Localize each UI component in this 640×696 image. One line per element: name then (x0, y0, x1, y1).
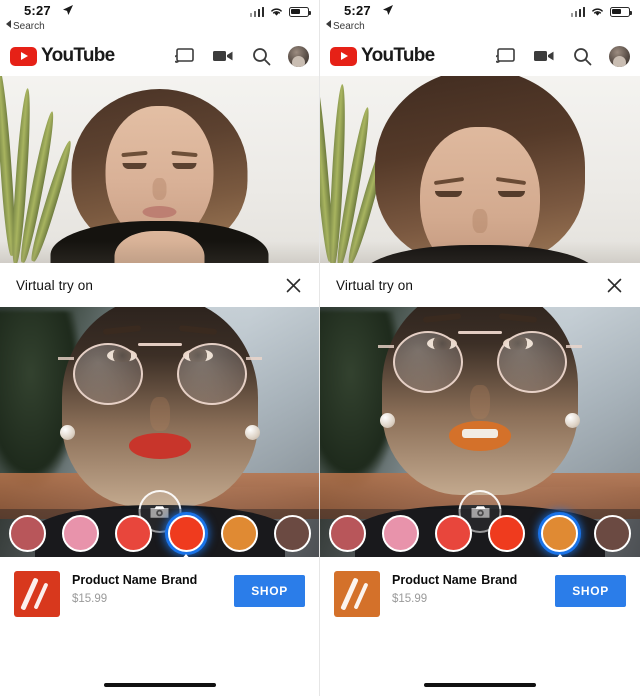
back-triangle-icon (326, 20, 331, 28)
product-name: Product Name (72, 573, 157, 587)
wifi-icon (592, 8, 603, 16)
account-avatar[interactable] (288, 45, 309, 67)
home-indicator (103, 682, 216, 687)
wifi-icon (271, 8, 282, 16)
swatch-item[interactable] (590, 509, 636, 557)
battery-icon (610, 6, 632, 17)
eyeglasses (57, 335, 262, 409)
shop-button[interactable]: SHOP (555, 575, 626, 607)
swatch-item-selected[interactable] (537, 509, 583, 557)
swatch-item[interactable] (110, 509, 156, 557)
product-brand: Brand (161, 573, 198, 587)
back-triangle-icon (6, 20, 11, 28)
video-camera-icon[interactable] (212, 45, 234, 67)
header-actions (495, 45, 630, 67)
location-arrow-icon (383, 5, 393, 15)
pearl-earring-left (380, 413, 395, 428)
youtube-play-icon (10, 46, 37, 66)
swatch-item[interactable] (324, 509, 370, 557)
product-thumbnail (334, 571, 380, 617)
cellular-signal-icon (249, 6, 264, 17)
back-to-search-link[interactable]: Search (326, 20, 365, 32)
virtual-tryon-title: Virtual try on (336, 277, 413, 293)
product-info: Product Name Brand $15.99 (392, 571, 555, 607)
video-player-right[interactable] (320, 76, 640, 263)
status-bar-time: 5:27 (344, 3, 371, 18)
product-price: $15.99 (72, 593, 108, 605)
ar-camera-view-right[interactable] (320, 307, 640, 557)
cast-icon[interactable] (174, 45, 196, 67)
back-to-search-link[interactable]: Search (6, 20, 45, 32)
swatch-item[interactable] (216, 509, 262, 557)
swatch-item[interactable] (430, 509, 476, 557)
swatch-item-selected[interactable] (163, 509, 209, 557)
back-label: Search (13, 21, 45, 32)
swatch-item[interactable] (484, 509, 530, 557)
product-card-left: Product Name Brand $15.99 SHOP (0, 557, 319, 642)
status-bar: 5:27 Search (320, 0, 640, 36)
virtual-tryon-bar: Virtual try on (320, 263, 640, 307)
close-icon[interactable] (283, 275, 303, 295)
product-name: Product Name (392, 573, 477, 587)
creator-figure (355, 76, 605, 263)
swatch-item[interactable] (57, 509, 103, 557)
ar-lip-color-overlay (128, 433, 191, 459)
pearl-earring-right (244, 425, 260, 440)
product-thumbnail (14, 571, 60, 617)
product-card-right: Product Name Brand $15.99 SHOP (320, 557, 640, 642)
phone-screen-left: 5:27 Search YouTube Virtual try on Produ… (0, 0, 320, 696)
swatch-item[interactable] (377, 509, 423, 557)
video-player-left[interactable] (0, 76, 319, 263)
color-swatch-carousel-right[interactable] (320, 509, 640, 557)
youtube-wordmark: YouTube (41, 45, 115, 66)
youtube-wordmark: YouTube (361, 45, 435, 66)
search-icon[interactable] (571, 45, 593, 67)
creator-figure (50, 89, 269, 263)
status-bar-indicators (249, 6, 311, 17)
status-bar-time: 5:27 (24, 3, 51, 18)
youtube-header: YouTube (0, 36, 319, 76)
home-indicator (424, 682, 536, 687)
swatch-item[interactable] (269, 509, 315, 557)
virtual-tryon-title: Virtual try on (16, 277, 93, 293)
battery-icon (289, 6, 311, 17)
ar-camera-view-left[interactable] (0, 307, 319, 557)
phone-screen-right: 5:27 Search YouTube Virtual try on Produ… (320, 0, 640, 696)
shop-button[interactable]: SHOP (234, 575, 305, 607)
status-bar: 5:27 Search (0, 0, 319, 36)
status-bar-indicators (570, 6, 632, 17)
cast-icon[interactable] (495, 45, 517, 67)
video-camera-icon[interactable] (533, 45, 555, 67)
product-price: $15.99 (392, 593, 428, 605)
swatch-item[interactable] (4, 509, 50, 557)
youtube-logo[interactable]: YouTube (330, 45, 435, 67)
close-icon[interactable] (604, 275, 624, 295)
color-swatch-carousel-left[interactable] (0, 509, 319, 557)
location-arrow-icon (63, 5, 73, 15)
pearl-earring-right (565, 413, 580, 428)
search-icon[interactable] (250, 45, 272, 67)
account-avatar[interactable] (609, 45, 630, 67)
virtual-tryon-bar: Virtual try on (0, 263, 319, 307)
eyeglasses (378, 323, 582, 397)
youtube-header: YouTube (320, 36, 640, 76)
youtube-play-icon (330, 46, 357, 66)
screenshot-root: 5:27 Search YouTube Virtual try on Produ… (0, 0, 640, 696)
youtube-logo[interactable]: YouTube (10, 45, 115, 67)
header-actions (174, 45, 309, 67)
product-info: Product Name Brand $15.99 (72, 571, 234, 607)
cellular-signal-icon (570, 6, 585, 17)
back-label: Search (333, 21, 365, 32)
pearl-earring-left (59, 425, 75, 440)
product-brand: Brand (481, 573, 518, 587)
